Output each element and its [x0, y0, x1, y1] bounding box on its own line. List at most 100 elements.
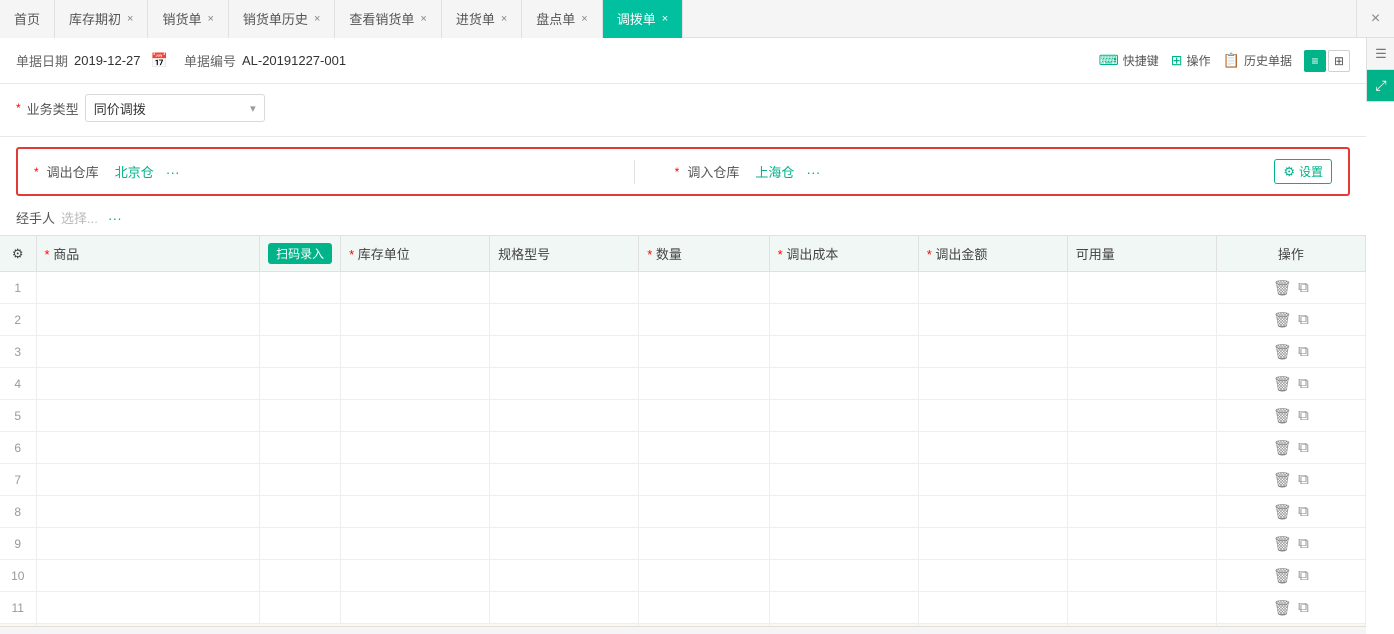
handler-more[interactable]: ··· [104, 210, 126, 226]
row-amount-4[interactable] [918, 368, 1067, 400]
row-qty-3[interactable] [639, 336, 769, 368]
delete-icon-7[interactable]: 🗑 [1273, 471, 1292, 489]
row-unit-1[interactable] [341, 272, 490, 304]
th-settings[interactable]: ⚙ [0, 236, 36, 272]
row-cost-10[interactable] [769, 560, 918, 592]
row-product-1[interactable] [36, 272, 260, 304]
sidebar-doc-button[interactable]: ☰ [1367, 38, 1394, 70]
row-spec-10[interactable] [490, 560, 639, 592]
row-spec-9[interactable] [490, 528, 639, 560]
tab-purchase-order-close[interactable]: × [501, 13, 507, 25]
copy-icon-8[interactable]: ⧉ [1298, 503, 1309, 520]
tab-view-sales-close[interactable]: × [420, 13, 426, 25]
row-product-6[interactable] [36, 432, 260, 464]
copy-icon-10[interactable]: ⧉ [1298, 567, 1309, 584]
row-amount-3[interactable] [918, 336, 1067, 368]
copy-icon-7[interactable]: ⧉ [1298, 471, 1309, 488]
row-cost-11[interactable] [769, 592, 918, 624]
row-amount-11[interactable] [918, 592, 1067, 624]
tab-view-sales[interactable]: 查看销货单 × [335, 0, 441, 38]
row-product-7[interactable] [36, 464, 260, 496]
row-unit-4[interactable] [341, 368, 490, 400]
tab-sales-history-close[interactable]: × [314, 13, 320, 25]
row-spec-11[interactable] [490, 592, 639, 624]
row-product-3[interactable] [36, 336, 260, 368]
tab-stocktake[interactable]: 盘点单 × [522, 0, 602, 38]
delete-icon-2[interactable]: 🗑 [1273, 311, 1292, 329]
tab-transfer-close[interactable]: × [662, 13, 668, 25]
row-unit-6[interactable] [341, 432, 490, 464]
tab-sales-history[interactable]: 销货单历史 × [229, 0, 335, 38]
copy-icon-9[interactable]: ⧉ [1298, 535, 1309, 552]
row-unit-9[interactable] [341, 528, 490, 560]
tab-sales-order-close[interactable]: × [207, 13, 213, 25]
copy-icon-1[interactable]: ⧉ [1298, 279, 1309, 296]
row-spec-4[interactable] [490, 368, 639, 400]
delete-icon-9[interactable]: 🗑 [1273, 535, 1292, 553]
row-cost-5[interactable] [769, 400, 918, 432]
row-product-8[interactable] [36, 496, 260, 528]
delete-icon-10[interactable]: 🗑 [1273, 567, 1292, 585]
delete-icon-3[interactable]: 🗑 [1273, 343, 1292, 361]
tab-stocktake-close[interactable]: × [581, 13, 587, 25]
row-amount-2[interactable] [918, 304, 1067, 336]
row-cost-9[interactable] [769, 528, 918, 560]
row-qty-5[interactable] [639, 400, 769, 432]
row-unit-11[interactable] [341, 592, 490, 624]
row-unit-8[interactable] [341, 496, 490, 528]
row-qty-4[interactable] [639, 368, 769, 400]
business-type-select[interactable]: 同价调拨 ▾ [85, 94, 265, 122]
copy-icon-11[interactable]: ⧉ [1298, 599, 1309, 616]
row-amount-7[interactable] [918, 464, 1067, 496]
row-spec-8[interactable] [490, 496, 639, 528]
tab-inventory-init-close[interactable]: × [127, 13, 133, 25]
row-cost-7[interactable] [769, 464, 918, 496]
row-spec-5[interactable] [490, 400, 639, 432]
tab-transfer[interactable]: 调拨单 × [603, 0, 683, 38]
row-product-10[interactable] [36, 560, 260, 592]
row-product-11[interactable] [36, 592, 260, 624]
row-qty-9[interactable] [639, 528, 769, 560]
row-unit-2[interactable] [341, 304, 490, 336]
row-qty-2[interactable] [639, 304, 769, 336]
row-qty-8[interactable] [639, 496, 769, 528]
copy-icon-3[interactable]: ⧉ [1298, 343, 1309, 360]
tab-sales-order[interactable]: 销货单 × [148, 0, 228, 38]
row-spec-3[interactable] [490, 336, 639, 368]
layout-list-button[interactable]: ≡ [1304, 50, 1326, 72]
row-cost-8[interactable] [769, 496, 918, 528]
row-cost-1[interactable] [769, 272, 918, 304]
row-unit-3[interactable] [341, 336, 490, 368]
delete-icon-4[interactable]: 🗑 [1273, 375, 1292, 393]
row-unit-10[interactable] [341, 560, 490, 592]
row-qty-11[interactable] [639, 592, 769, 624]
row-amount-5[interactable] [918, 400, 1067, 432]
scan-button[interactable]: 扫码录入 [268, 243, 332, 264]
row-product-9[interactable] [36, 528, 260, 560]
row-cost-2[interactable] [769, 304, 918, 336]
bottom-scrollbar[interactable] [0, 626, 1366, 634]
history-button[interactable]: 📋 历史单据 [1223, 52, 1292, 69]
operation-button[interactable]: ⊞ 操作 [1171, 52, 1211, 69]
row-spec-2[interactable] [490, 304, 639, 336]
settings-button[interactable]: ⚙ 设置 [1274, 159, 1332, 184]
row-qty-1[interactable] [639, 272, 769, 304]
warehouse-out-more[interactable]: ··· [162, 164, 184, 180]
warehouse-in-more[interactable]: ··· [802, 164, 824, 180]
row-unit-7[interactable] [341, 464, 490, 496]
tab-inventory-init[interactable]: 库存期初 × [55, 0, 148, 38]
delete-icon-5[interactable]: 🗑 [1273, 407, 1292, 425]
sidebar-export-button[interactable]: ⤢ [1367, 70, 1394, 102]
delete-icon-8[interactable]: 🗑 [1273, 503, 1292, 521]
row-unit-5[interactable] [341, 400, 490, 432]
row-spec-7[interactable] [490, 464, 639, 496]
row-qty-6[interactable] [639, 432, 769, 464]
row-cost-4[interactable] [769, 368, 918, 400]
delete-icon-6[interactable]: 🗑 [1273, 439, 1292, 457]
calendar-icon[interactable]: 📅 [151, 52, 168, 69]
row-amount-10[interactable] [918, 560, 1067, 592]
layout-grid-button[interactable]: ⊞ [1328, 50, 1350, 72]
handler-select[interactable]: 选择... [61, 208, 98, 227]
tab-purchase-order[interactable]: 进货单 × [442, 0, 522, 38]
delete-icon-11[interactable]: 🗑 [1273, 599, 1292, 617]
